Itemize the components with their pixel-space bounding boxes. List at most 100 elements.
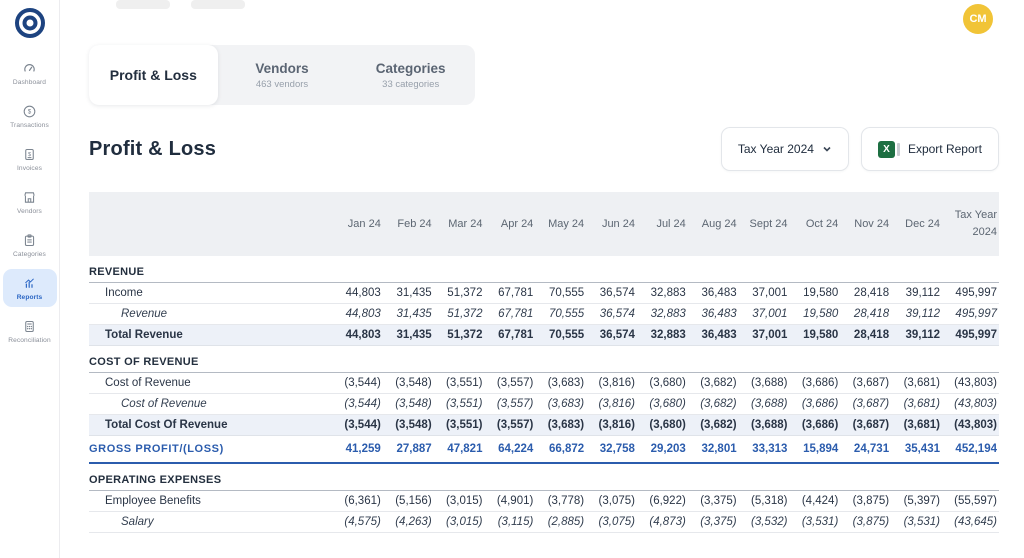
top-blurred-pill [116,0,170,9]
row-value: (3,557) [484,372,536,394]
row-value: (3,075) [586,511,637,533]
table-row[interactable]: Employee Benefits (6,361) (5,156) (3,015) (4… [89,490,999,512]
row-value: 19,580 [789,324,841,346]
row-value: 24,731 [840,435,892,464]
row-value: 31,435 [382,324,434,346]
row-label: Cost of Revenue [89,372,332,394]
table-column-header: Aug 24 [687,192,739,256]
row-value: (3,683) [535,393,587,415]
row-value [840,256,892,283]
row-value: (3,687) [840,393,892,415]
row-value [586,345,637,373]
sidebar-item-categories[interactable]: Categories [3,226,57,264]
row-value [484,256,536,283]
table-column-header: Feb 24 [382,192,434,256]
row-value: (6,361) [332,490,383,512]
page-title: Profit & Loss [89,137,217,160]
row-value: (3,688) [738,372,790,394]
table-column-header: Jan 24 [332,192,383,256]
row-value: (4,263) [382,511,434,533]
avatar[interactable]: CM [963,4,993,34]
row-value: (3,686) [789,393,841,415]
app-window: Dashboard $ Transactions $ Invoices Vend… [0,0,1024,558]
table-row[interactable]: Cost of Revenue (3,544) (3,548) (3,551) (3,5… [89,372,999,394]
sidebar-item-invoices[interactable]: $ Invoices [3,140,57,178]
row-value [636,463,688,491]
tax-year-dropdown[interactable]: Tax Year 2024 [720,127,849,171]
row-value: (4,901) [484,490,536,512]
row-value: (5,156) [382,490,434,512]
row-value: 15,894 [789,435,841,464]
row-value: 39,112 [891,303,942,325]
row-value [789,256,841,283]
row-value: (3,681) [891,372,942,394]
row-value [535,345,587,373]
tab-categories[interactable]: Categories 33 categories [346,45,475,105]
row-value: 28,418 [840,282,892,304]
chart-icon [25,278,34,288]
table-row: OPERATING EXPENSES [89,463,999,491]
row-value: (3,688) [738,414,790,436]
row-value: (3,681) [891,393,942,415]
row-value: (3,551) [433,372,485,394]
tab-vendors[interactable]: Vendors 463 vendors [218,45,347,105]
row-value [789,345,841,373]
row-value [840,345,892,373]
row-value [738,256,790,283]
row-value [433,463,485,491]
tab-profit-and-loss[interactable]: Profit & Loss [89,45,218,105]
sidebar-item-label: Vendors [17,208,42,215]
row-value: 29,203 [636,435,688,464]
row-value: 495,997 [942,282,999,304]
row-label: COST OF REVENUE [89,345,332,373]
row-label: Total Cost Of Revenue [89,414,332,436]
clipboard-list-icon [24,234,35,247]
row-label: Employee Benefits [89,490,332,512]
sidebar-item-vendors[interactable]: Vendors [3,183,57,221]
row-value: (3,075) [586,490,637,512]
table-row: REVENUE [89,256,999,283]
sidebar-item-label: Transactions [10,122,49,129]
table-column-header: Apr 24 [484,192,536,256]
row-value [636,256,688,283]
row-value: 64,224 [484,435,536,464]
row-value: 41,259 [332,435,383,464]
table-row[interactable]: Salary (4,575) (4,263) (3,015) (3,115) (2,885… [89,511,999,533]
row-value: 37,001 [738,324,790,346]
table-row[interactable]: Income 44,803 31,435 51,372 67,781 70,555 36,5… [89,282,999,304]
row-value: (3,875) [840,490,892,512]
row-value: 37,001 [738,303,790,325]
row-value: 47,821 [433,435,485,464]
row-value: 51,372 [433,303,485,325]
row-value: (3,115) [484,511,536,533]
table-row[interactable]: Revenue 44,803 31,435 51,372 67,781 70,555 36,… [89,303,999,325]
sidebar-item-reports[interactable]: Reports [2,269,57,307]
top-blurred-pill [191,0,245,9]
main-content: CM Profit & Loss Vendors 463 vendors Cat… [60,0,1024,558]
table-column-header: Oct 24 [789,192,841,256]
row-label: OPERATING EXPENSES [89,463,332,491]
tab-subtitle: 463 vendors [255,78,309,90]
export-report-button[interactable]: X Export Report [860,127,999,171]
row-value: (5,397) [891,490,942,512]
sidebar-item-label: Dashboard [12,79,47,86]
sidebar-item-transactions[interactable]: $ Transactions [3,97,57,135]
row-value: 452,194 [942,435,999,464]
row-value: 67,781 [484,282,536,304]
table-column-header: Nov 24 [840,192,892,256]
row-value: 70,555 [535,282,587,304]
sidebar-item-dashboard[interactable]: Dashboard [3,54,57,92]
row-value [789,463,841,491]
row-value: (3,531) [891,511,942,533]
row-value: 67,781 [484,303,536,325]
sidebar-item-reconciliation[interactable]: Reconciliation [3,312,57,350]
row-value: (4,424) [789,490,841,512]
row-value: (3,551) [433,393,485,415]
row-value [891,463,942,491]
row-value: (3,687) [840,372,892,394]
table-column-header: Dec 24 [891,192,942,256]
row-value: 39,112 [891,282,942,304]
row-value: (3,544) [332,414,383,436]
table-row[interactable]: Cost of Revenue (3,544) (3,548) (3,551) (3,5… [89,393,999,415]
row-value: (43,803) [942,414,999,436]
